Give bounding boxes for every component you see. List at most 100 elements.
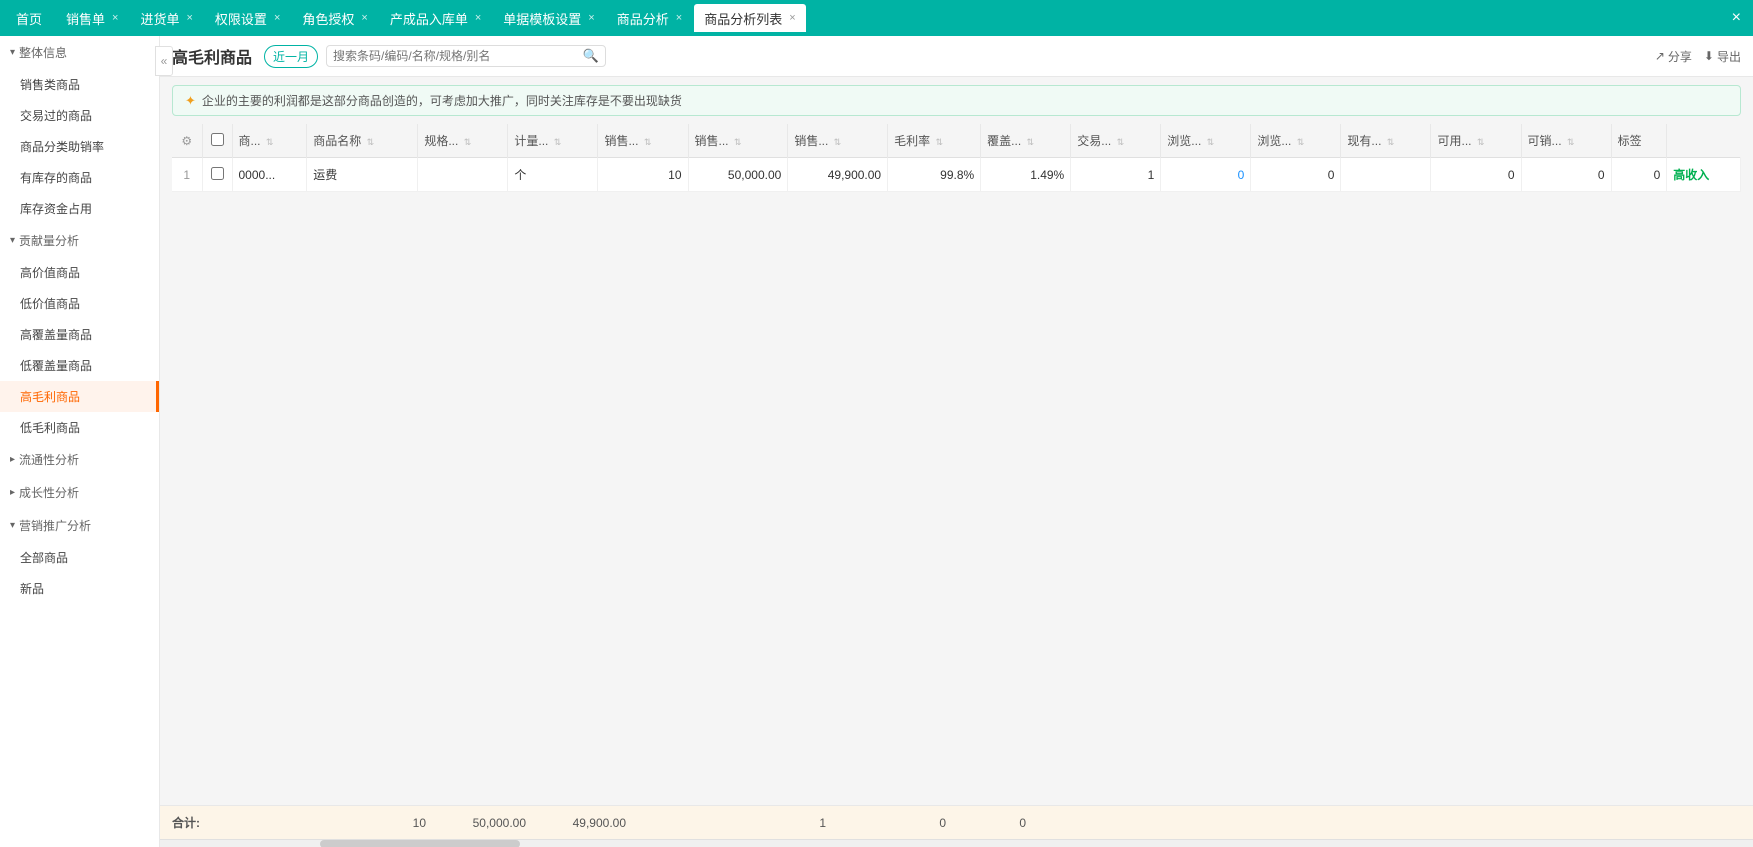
table-wrapper[interactable]: ⚙ 商... ⇅ 商品名称 ⇅ 规格...: [160, 124, 1753, 805]
arrow-down-icon: ▾: [10, 520, 15, 531]
sidebar-collapse-button[interactable]: «: [155, 46, 173, 76]
footer-col7: 49,900.00: [532, 816, 632, 830]
footer-cells: 10 50,000.00 49,900.00 1 0 0: [352, 816, 1032, 830]
sort-icon[interactable]: ⇅: [644, 137, 652, 147]
close-tab-icon[interactable]: ×: [588, 12, 594, 24]
sidebar-item-high-coverage[interactable]: 高覆盖量商品: [0, 319, 159, 350]
arrow-right-icon: ▸: [10, 487, 15, 498]
sort-icon[interactable]: ⇅: [266, 137, 274, 147]
cell-unit: 个: [508, 158, 598, 192]
sidebar-group-contribution[interactable]: ▾ 贡献量分析: [0, 224, 159, 257]
sidebar-item-low-coverage[interactable]: 低覆盖量商品: [0, 350, 159, 381]
nav-tab-template-settings[interactable]: 单据模板设置 ×: [493, 4, 604, 32]
nav-tab-permission[interactable]: 权限设置 ×: [205, 4, 290, 32]
search-icon[interactable]: 🔍: [583, 48, 599, 64]
cell-browse2: 0: [1251, 158, 1341, 192]
nav-tab-role-auth[interactable]: 角色授权 ×: [292, 4, 377, 32]
nav-tab-home[interactable]: 首页: [4, 9, 54, 28]
nav-tab-purchase-order[interactable]: 进货单 ×: [130, 4, 202, 32]
col-header-browse1: 浏览... ⇅: [1161, 124, 1251, 158]
export-icon: ⬇: [1704, 49, 1714, 63]
sort-icon[interactable]: ⇅: [1567, 137, 1575, 147]
time-filter-button[interactable]: 近一月: [264, 45, 318, 68]
search-input[interactable]: [333, 49, 583, 63]
col-header-trade: 交易... ⇅: [1071, 124, 1161, 158]
row-checkbox[interactable]: [211, 167, 224, 180]
sort-icon[interactable]: ⇅: [554, 137, 562, 147]
sort-icon[interactable]: ⇅: [935, 137, 943, 147]
sidebar-group-marketing[interactable]: ▾ 营销推广分析: [0, 509, 159, 542]
share-button[interactable]: ↗ 分享: [1655, 48, 1692, 65]
sort-icon[interactable]: ⇅: [1387, 137, 1395, 147]
settings-column-header[interactable]: ⚙: [172, 124, 202, 158]
close-tab-icon[interactable]: ×: [789, 12, 795, 24]
content-area: 高毛利商品 近一月 🔍 ↗ 分享 ⬇ 导出 ✦ 企业的主要的利润都是这部分商品创…: [160, 36, 1753, 847]
close-tab-icon[interactable]: ×: [475, 12, 481, 24]
col-header-sales3: 销售... ⇅: [788, 124, 888, 158]
scrollbar-thumb[interactable]: [320, 840, 520, 847]
sidebar-group-growth[interactable]: ▸ 成长性分析: [0, 476, 159, 509]
sort-icon[interactable]: ⇅: [734, 137, 742, 147]
close-tab-icon[interactable]: ×: [186, 12, 192, 24]
close-tab-icon[interactable]: ×: [274, 12, 280, 24]
nav-tab-product-analysis[interactable]: 商品分析 ×: [607, 4, 692, 32]
sidebar: ▾ 整体信息 销售类商品 交易过的商品 商品分类助销率 有库存的商品 库存资金占…: [0, 36, 160, 847]
top-navigation: 首页 销售单 × 进货单 × 权限设置 × 角色授权 × 产成品入库单 × 单据…: [0, 0, 1753, 36]
sort-icon[interactable]: ⇅: [1117, 137, 1125, 147]
cell-blank: [1341, 158, 1431, 192]
cell-sales-amount2: 49,900.00: [788, 158, 888, 192]
col-header-spec: 规格... ⇅: [418, 124, 508, 158]
sidebar-item-sales-goods[interactable]: 销售类商品: [0, 69, 159, 100]
sidebar-item-category-sales-rate[interactable]: 商品分类助销率: [0, 131, 159, 162]
table-header-row: ⚙ 商... ⇅ 商品名称 ⇅ 规格...: [172, 124, 1741, 158]
cell-browse1[interactable]: 0: [1161, 158, 1251, 192]
sort-icon[interactable]: ⇅: [367, 137, 375, 147]
sidebar-item-all-goods[interactable]: 全部商品: [0, 542, 159, 573]
footer-col6: 50,000.00: [432, 816, 532, 830]
close-tab-icon[interactable]: ×: [112, 12, 118, 24]
close-all-button[interactable]: ×: [1724, 9, 1749, 27]
sidebar-group-circulation[interactable]: ▸ 流通性分析: [0, 443, 159, 476]
header-actions: ↗ 分享 ⬇ 导出: [1655, 48, 1741, 65]
sidebar-item-high-margin[interactable]: 高毛利商品: [0, 381, 159, 412]
footer-label: 合计:: [172, 814, 352, 831]
nav-tab-product-in[interactable]: 产成品入库单 ×: [380, 4, 491, 32]
close-tab-icon[interactable]: ×: [676, 12, 682, 24]
table-row: 1 0000... 运费 个 10 50,000.00 49,900.00 99…: [172, 158, 1741, 192]
row-checkbox-cell[interactable]: [202, 158, 232, 192]
sidebar-item-high-value[interactable]: 高价值商品: [0, 257, 159, 288]
export-button[interactable]: ⬇ 导出: [1704, 48, 1741, 65]
col-header-available: 可用... ⇅: [1431, 124, 1521, 158]
select-all-checkbox[interactable]: [211, 133, 224, 146]
col-header-current-stock: 现有... ⇅: [1341, 124, 1431, 158]
cell-available: 0: [1521, 158, 1611, 192]
sidebar-item-in-stock-goods[interactable]: 有库存的商品: [0, 162, 159, 193]
sidebar-item-stock-capital[interactable]: 库存资金占用: [0, 193, 159, 224]
sort-icon[interactable]: ⇅: [1297, 137, 1305, 147]
sidebar-item-low-value[interactable]: 低价值商品: [0, 288, 159, 319]
col-header-browse2: 浏览... ⇅: [1251, 124, 1341, 158]
sort-icon[interactable]: ⇅: [1477, 137, 1485, 147]
col-header-unit: 计量... ⇅: [508, 124, 598, 158]
checkbox-column-header[interactable]: [202, 124, 232, 158]
sort-icon[interactable]: ⇅: [464, 137, 472, 147]
horizontal-scrollbar[interactable]: [160, 839, 1753, 847]
nav-tab-sales-order[interactable]: 销售单 ×: [56, 4, 128, 32]
col-header-sellable: 可销... ⇅: [1521, 124, 1611, 158]
sort-icon[interactable]: ⇅: [834, 137, 842, 147]
cell-spec: [418, 158, 508, 192]
sort-icon[interactable]: ⇅: [1027, 137, 1035, 147]
close-tab-icon[interactable]: ×: [361, 12, 367, 24]
footer-total: 合计: 10 50,000.00 49,900.00 1 0 0: [160, 805, 1753, 839]
sort-icon[interactable]: ⇅: [1207, 137, 1215, 147]
cell-margin-rate: 99.8%: [888, 158, 981, 192]
cell-trade: 1: [1071, 158, 1161, 192]
sidebar-item-low-margin[interactable]: 低毛利商品: [0, 412, 159, 443]
cell-coverage: 1.49%: [981, 158, 1071, 192]
page-title: 高毛利商品: [172, 44, 252, 68]
sidebar-item-traded-goods[interactable]: 交易过的商品: [0, 100, 159, 131]
nav-tab-product-analysis-list[interactable]: 商品分析列表 ×: [694, 4, 805, 32]
sidebar-item-new-goods[interactable]: 新品: [0, 573, 159, 604]
col-header-sales2: 销售... ⇅: [688, 124, 788, 158]
sidebar-group-overall[interactable]: ▾ 整体信息: [0, 36, 159, 69]
